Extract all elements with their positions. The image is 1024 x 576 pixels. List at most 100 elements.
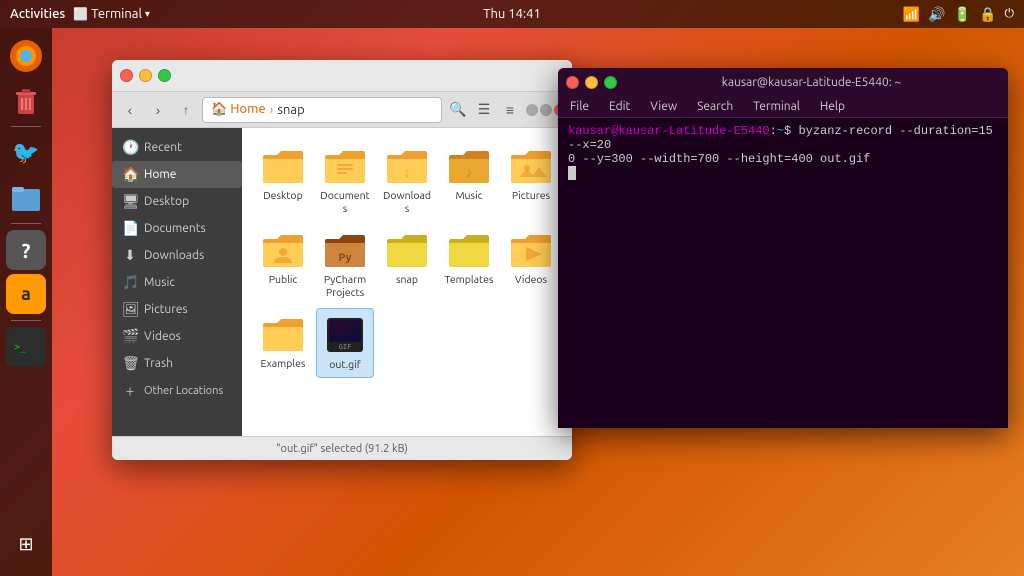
network-icon: 📶 <box>903 6 920 23</box>
fm-window-min[interactable] <box>526 104 538 116</box>
file-item-examples[interactable]: Examples <box>254 308 312 378</box>
term-menu-file[interactable]: File <box>566 98 593 115</box>
sidebar-item-pictures[interactable]: 🖼 Pictures <box>112 296 242 323</box>
desktop-icon: 🖥 <box>122 193 138 210</box>
lock-icon: 🔒 <box>979 6 996 23</box>
terminal-icon: ⬜ <box>73 7 88 21</box>
home-icon: 🏠 <box>122 166 138 183</box>
fm-list-view-button[interactable]: ≡ <box>498 98 522 122</box>
file-item-videos[interactable]: Videos <box>502 224 560 304</box>
dock-icon-amazon[interactable]: a <box>6 274 46 314</box>
term-minimize-button[interactable] <box>585 76 598 89</box>
svg-text:↓: ↓ <box>404 164 411 180</box>
file-item-desktop[interactable]: Desktop <box>254 140 312 220</box>
file-item-public[interactable]: Public <box>254 224 312 304</box>
folder-icon-documents <box>322 146 368 186</box>
sidebar-item-videos[interactable]: 🎬 Videos <box>112 323 242 350</box>
sidebar-label-other: Other Locations <box>144 385 223 397</box>
fm-window-max[interactable] <box>540 104 552 116</box>
term-cursor-line <box>568 166 998 184</box>
folder-icon-downloads: ↓ <box>384 146 430 186</box>
sidebar-item-trash[interactable]: 🗑 Trash <box>112 350 242 377</box>
topbar-clock: Thu 14:41 <box>483 7 541 21</box>
dock-grid-icon[interactable]: ⊞ <box>6 524 46 564</box>
sidebar-item-other[interactable]: + Other Locations <box>112 377 242 405</box>
term-titlebar: kausar@kausar-Latitude-E5440: ~ <box>558 68 1008 96</box>
fm-close-button[interactable] <box>120 69 133 82</box>
fm-body: 🕐 Recent 🏠 Home 🖥 Desktop 📄 Documents ⬇ … <box>112 128 572 436</box>
sidebar-item-documents[interactable]: 📄 Documents <box>112 215 242 242</box>
topbar: Activities ⬜ Terminal ▾ Thu 14:41 📶 🔊 🔋 … <box>0 0 1024 28</box>
file-item-documents[interactable]: Documents <box>316 140 374 220</box>
sidebar-item-desktop[interactable]: 🖥 Desktop <box>112 188 242 215</box>
dock-icon-thunderbird[interactable]: 🐦 <box>6 133 46 173</box>
dock-icon-terminal[interactable]: >_ <box>6 327 46 367</box>
fm-forward-button[interactable]: › <box>146 98 170 122</box>
fm-back-button[interactable]: ‹ <box>118 98 142 122</box>
term-line-1: kausar@kausar-Latitude-E5440:~$ byzanz-r… <box>568 124 998 152</box>
chevron-down-icon: ▾ <box>145 8 150 20</box>
svg-text:Py: Py <box>339 252 352 264</box>
breadcrumb-home[interactable]: 🏠 Home <box>211 102 266 117</box>
file-label-examples: Examples <box>261 357 306 370</box>
sidebar-item-home[interactable]: 🏠 Home <box>112 161 242 188</box>
term-close-button[interactable] <box>566 76 579 89</box>
fm-view-options-button[interactable]: ☰ <box>472 98 496 122</box>
fm-content: Desktop Documents <box>242 128 572 436</box>
terminal-indicator[interactable]: ⬜ Terminal ▾ <box>73 7 150 21</box>
fm-up-button[interactable]: ↑ <box>174 98 198 122</box>
folder-icon-templates <box>446 230 492 270</box>
fm-maximize-button[interactable] <box>158 69 171 82</box>
term-body[interactable]: kausar@kausar-Latitude-E5440:~$ byzanz-r… <box>558 118 1008 428</box>
dock-icon-firefox[interactable] <box>6 36 46 76</box>
term-menu-edit[interactable]: Edit <box>605 98 634 115</box>
downloads-icon: ⬇ <box>122 247 138 264</box>
file-label-templates: Templates <box>445 273 494 286</box>
fm-breadcrumb[interactable]: 🏠 Home › snap <box>202 97 442 123</box>
fm-minimize-button[interactable] <box>139 69 152 82</box>
file-item-templates[interactable]: Templates <box>440 224 498 304</box>
term-menu-terminal[interactable]: Terminal <box>749 98 804 115</box>
file-item-music[interactable]: ♪ Music <box>440 140 498 220</box>
file-label-desktop: Desktop <box>263 189 302 202</box>
file-item-outgif[interactable]: GIF out.gif <box>316 308 374 378</box>
folder-icon-desktop <box>260 146 306 186</box>
sidebar-label-videos: Videos <box>144 330 181 343</box>
sidebar-label-downloads: Downloads <box>144 249 204 262</box>
term-maximize-button[interactable] <box>604 76 617 89</box>
folder-icon-pycharm: Py <box>322 230 368 270</box>
file-item-pycharm[interactable]: Py PyCharm Projects <box>316 224 374 304</box>
music-icon: 🎵 <box>122 274 138 291</box>
file-label-pycharm: PyCharm Projects <box>320 273 370 298</box>
topbar-indicators: 📶 🔊 🔋 🔒 ⏻ <box>903 6 1014 23</box>
term-menu-view[interactable]: View <box>646 98 681 115</box>
folder-icon-videos <box>508 230 554 270</box>
dock-icon-files[interactable] <box>6 177 46 217</box>
sidebar-item-recent[interactable]: 🕐 Recent <box>112 134 242 161</box>
documents-icon: 📄 <box>122 220 138 237</box>
power-icon[interactable]: ⏻ <box>1005 7 1015 21</box>
sidebar-item-downloads[interactable]: ⬇ Downloads <box>112 242 242 269</box>
term-menu-search[interactable]: Search <box>693 98 737 115</box>
fm-statusbar: "out.gif" selected (91.2 kB) <box>112 436 572 460</box>
fm-titlebar <box>112 60 572 92</box>
file-item-downloads[interactable]: ↓ Downloads <box>378 140 436 220</box>
file-item-pictures[interactable]: Pictures <box>502 140 560 220</box>
fm-sidebar: 🕐 Recent 🏠 Home 🖥 Desktop 📄 Documents ⬇ … <box>112 128 242 436</box>
term-command-cont: 0 --y=300 --width=700 --height=400 out.g… <box>568 152 870 166</box>
recent-icon: 🕐 <box>122 139 138 156</box>
activities-button[interactable]: Activities <box>10 7 65 21</box>
folder-icon-pictures <box>508 146 554 186</box>
sidebar-label-home: Home <box>144 168 176 181</box>
sidebar-item-music[interactable]: 🎵 Music <box>112 269 242 296</box>
breadcrumb-snap[interactable]: snap <box>277 103 304 117</box>
term-menu-help[interactable]: Help <box>816 98 849 115</box>
dock-icon-help[interactable]: ? <box>6 230 46 270</box>
topbar-left: Activities ⬜ Terminal ▾ <box>10 7 150 21</box>
file-item-snap[interactable]: snap <box>378 224 436 304</box>
term-prompt-user: kausar@kausar-Latitude-E5440 <box>568 124 770 138</box>
fm-search-button[interactable]: 🔍 <box>446 98 470 122</box>
dock-icon-trash[interactable] <box>6 80 46 120</box>
svg-text:♪: ♪ <box>466 166 473 180</box>
folder-icon-snap <box>384 230 430 270</box>
